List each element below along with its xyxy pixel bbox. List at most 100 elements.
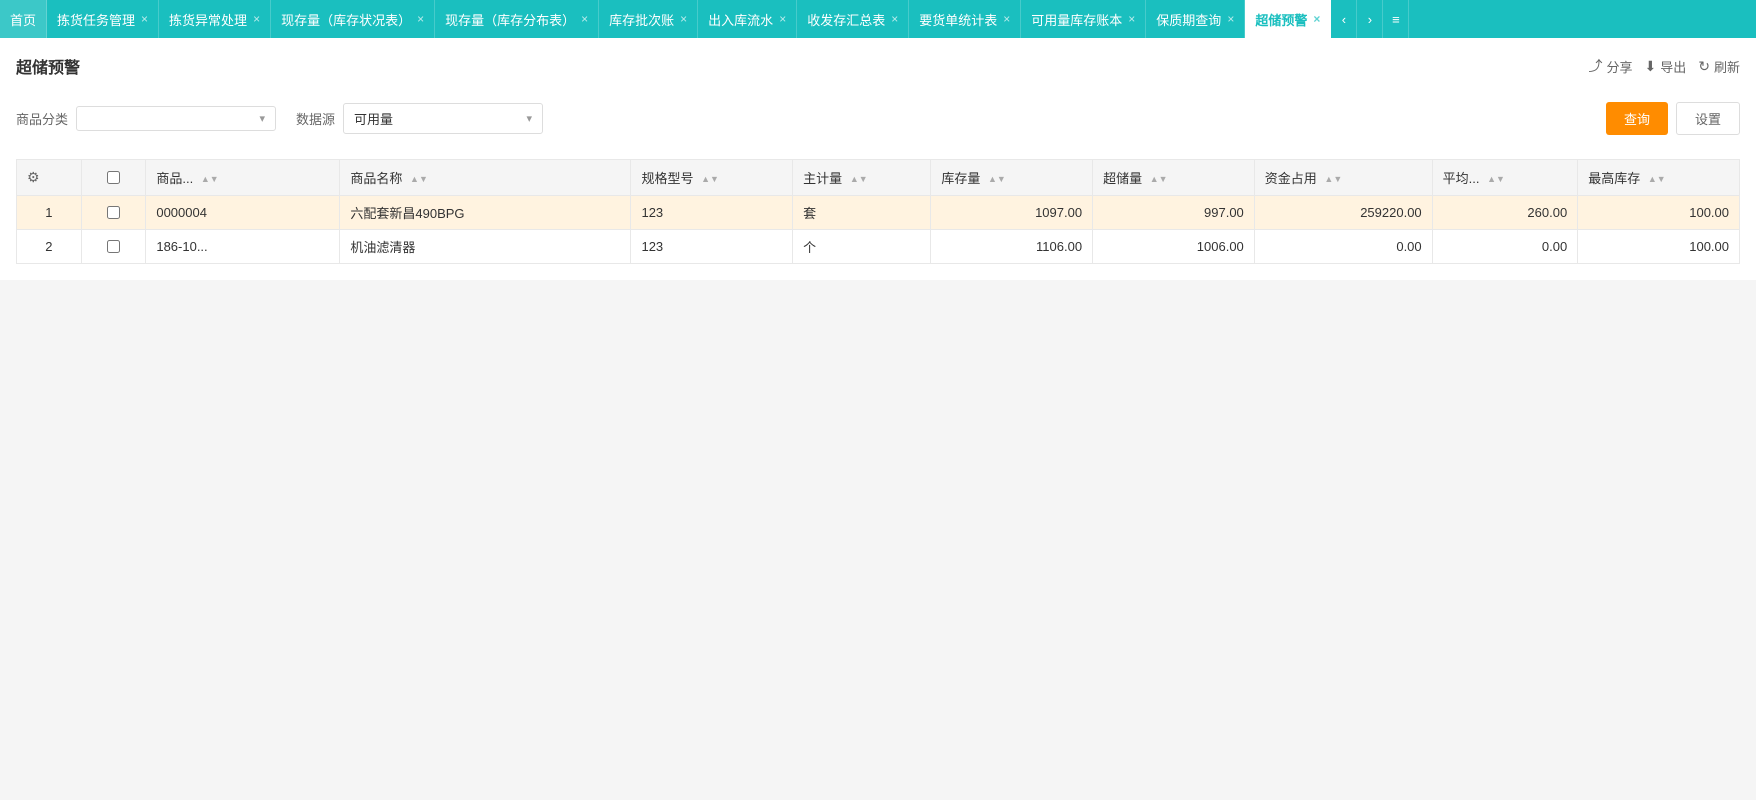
row-checkbox-cell [81,230,146,264]
row-unit-cell: 套 [793,196,931,230]
datasource-filter-group: 数据源 可用量 ▾ [296,103,543,134]
close-overstock[interactable]: × [1313,12,1320,26]
row-settings-cell: 2 [17,230,82,264]
row-settings-cell: 1 [17,196,82,230]
nav-stock-dist[interactable]: 现存量（库存分布表） × [435,0,599,38]
table-body: 1 0000004 六配套新昌490BPG 123 套 1097.00 997.… [17,196,1740,264]
refresh-icon: ↻ [1698,58,1710,75]
col-header-unit: 主计量 ▲▼ [793,160,931,196]
row-capital: 259220.00 [1360,205,1421,220]
sort-code-icon[interactable]: ▲▼ [201,175,219,184]
sort-stock-icon[interactable]: ▲▼ [988,175,1006,184]
close-inout[interactable]: × [779,12,786,26]
page-title: 超储预警 [16,54,80,78]
close-available[interactable]: × [1128,12,1135,26]
share-button[interactable]: ⤴ 分享 [1588,56,1632,76]
sort-capital-icon[interactable]: ▲▼ [1324,175,1342,184]
row-over-cell: 997.00 [1093,196,1255,230]
export-icon: ⬇ [1645,58,1657,75]
row-over: 1006.00 [1197,239,1244,254]
row-over-cell: 1006.00 [1093,230,1255,264]
datasource-label: 数据源 [296,109,335,128]
settings-gear-icon[interactable]: ⚙ [27,169,40,185]
nav-order-stat[interactable]: 要货单统计表 × [909,0,1021,38]
row-capital-cell: 259220.00 [1254,196,1432,230]
col-header-settings: ⚙ [17,160,82,196]
row-checkbox-cell [81,196,146,230]
nav-arrow-menu[interactable]: ≡ [1383,0,1409,38]
close-stock-dist[interactable]: × [581,12,588,26]
row-maxstock-cell: 100.00 [1578,196,1740,230]
nav-available[interactable]: 可用量库存账本 × [1021,0,1146,38]
refresh-button[interactable]: ↻ 刷新 [1698,57,1740,76]
nav-overstock[interactable]: 超储预警 × [1245,0,1331,38]
col-header-spec: 规格型号 ▲▼ [631,160,793,196]
settings-button[interactable]: 设置 [1676,102,1740,135]
row-spec: 123 [641,205,663,220]
category-chevron-icon: ▾ [259,112,265,125]
nav-inout[interactable]: 出入库流水 × [698,0,797,38]
row-name: 六配套新昌490BPG [350,206,464,221]
select-all-checkbox[interactable] [107,171,120,184]
col-header-stock: 库存量 ▲▼ [931,160,1093,196]
page-header: 超储预警 ⤴ 分享 ⬇ 导出 ↻ 刷新 [16,54,1740,78]
export-button[interactable]: ⬇ 导出 [1645,57,1687,76]
close-collect[interactable]: × [891,12,898,26]
close-task-manage[interactable]: × [141,12,148,26]
page-content: 超储预警 ⤴ 分享 ⬇ 导出 ↻ 刷新 商品分类 ▾ 数据源 [0,38,1756,280]
row-name-cell: 六配套新昌490BPG [340,196,631,230]
row-code-cell: 186-10... [146,230,340,264]
row-name: 机油滤清器 [350,240,415,255]
nav-stock-status[interactable]: 现存量（库存状况表） × [271,0,435,38]
top-navigation: 首页 拣货任务管理 × 拣货异常处理 × 现存量（库存状况表） × 现存量（库存… [0,0,1756,38]
table-row: 2 186-10... 机油滤清器 123 个 1106.00 1006.00 … [17,230,1740,264]
header-actions: ⤴ 分享 ⬇ 导出 ↻ 刷新 [1588,56,1740,76]
sort-name-icon[interactable]: ▲▼ [410,175,428,184]
row-code: 0000004 [156,205,207,220]
close-batch[interactable]: × [680,12,687,26]
sort-over-icon[interactable]: ▲▼ [1150,175,1168,184]
nav-quality[interactable]: 保质期查询 × [1146,0,1245,38]
nav-home[interactable]: 首页 [0,0,47,38]
sort-unit-icon[interactable]: ▲▼ [850,175,868,184]
close-abnormal[interactable]: × [253,12,260,26]
close-stock-status[interactable]: × [417,12,424,26]
sort-spec-icon[interactable]: ▲▼ [701,175,719,184]
category-label: 商品分类 [16,109,68,128]
row-avg: 260.00 [1527,205,1567,220]
row-maxstock-cell: 100.00 [1578,230,1740,264]
row-capital-cell: 0.00 [1254,230,1432,264]
share-icon: ⤴ [1588,56,1602,76]
row-checkbox[interactable] [107,206,120,219]
row-maxstock: 100.00 [1689,205,1729,220]
col-header-avg: 平均... ▲▼ [1432,160,1578,196]
nav-batch[interactable]: 库存批次账 × [599,0,698,38]
nav-collect[interactable]: 收发存汇总表 × [797,0,909,38]
table-row: 1 0000004 六配套新昌490BPG 123 套 1097.00 997.… [17,196,1740,230]
row-avg-cell: 0.00 [1432,230,1578,264]
query-button[interactable]: 查询 [1606,102,1668,135]
category-select[interactable]: ▾ [76,106,276,131]
row-avg-cell: 260.00 [1432,196,1578,230]
row-spec-cell: 123 [631,196,793,230]
nav-abnormal[interactable]: 拣货异常处理 × [159,0,271,38]
sort-maxstock-icon[interactable]: ▲▼ [1648,175,1666,184]
sort-avg-icon[interactable]: ▲▼ [1487,175,1505,184]
close-order-stat[interactable]: × [1003,12,1010,26]
col-header-checkbox [81,160,146,196]
filter-actions: 查询 设置 [1606,102,1740,135]
row-number: 2 [45,239,52,254]
row-stock-cell: 1106.00 [931,230,1093,264]
row-unit-cell: 个 [793,230,931,264]
row-avg: 0.00 [1542,239,1567,254]
close-quality[interactable]: × [1227,12,1234,26]
row-code-cell: 0000004 [146,196,340,230]
row-stock: 1106.00 [1036,239,1082,254]
datasource-select[interactable]: 可用量 ▾ [343,103,543,134]
row-unit: 套 [803,206,816,221]
nav-arrow-right[interactable]: › [1357,0,1383,38]
nav-arrow-left[interactable]: ‹ [1331,0,1357,38]
row-maxstock: 100.00 [1689,239,1729,254]
row-checkbox[interactable] [107,240,120,253]
nav-task-manage[interactable]: 拣货任务管理 × [47,0,159,38]
